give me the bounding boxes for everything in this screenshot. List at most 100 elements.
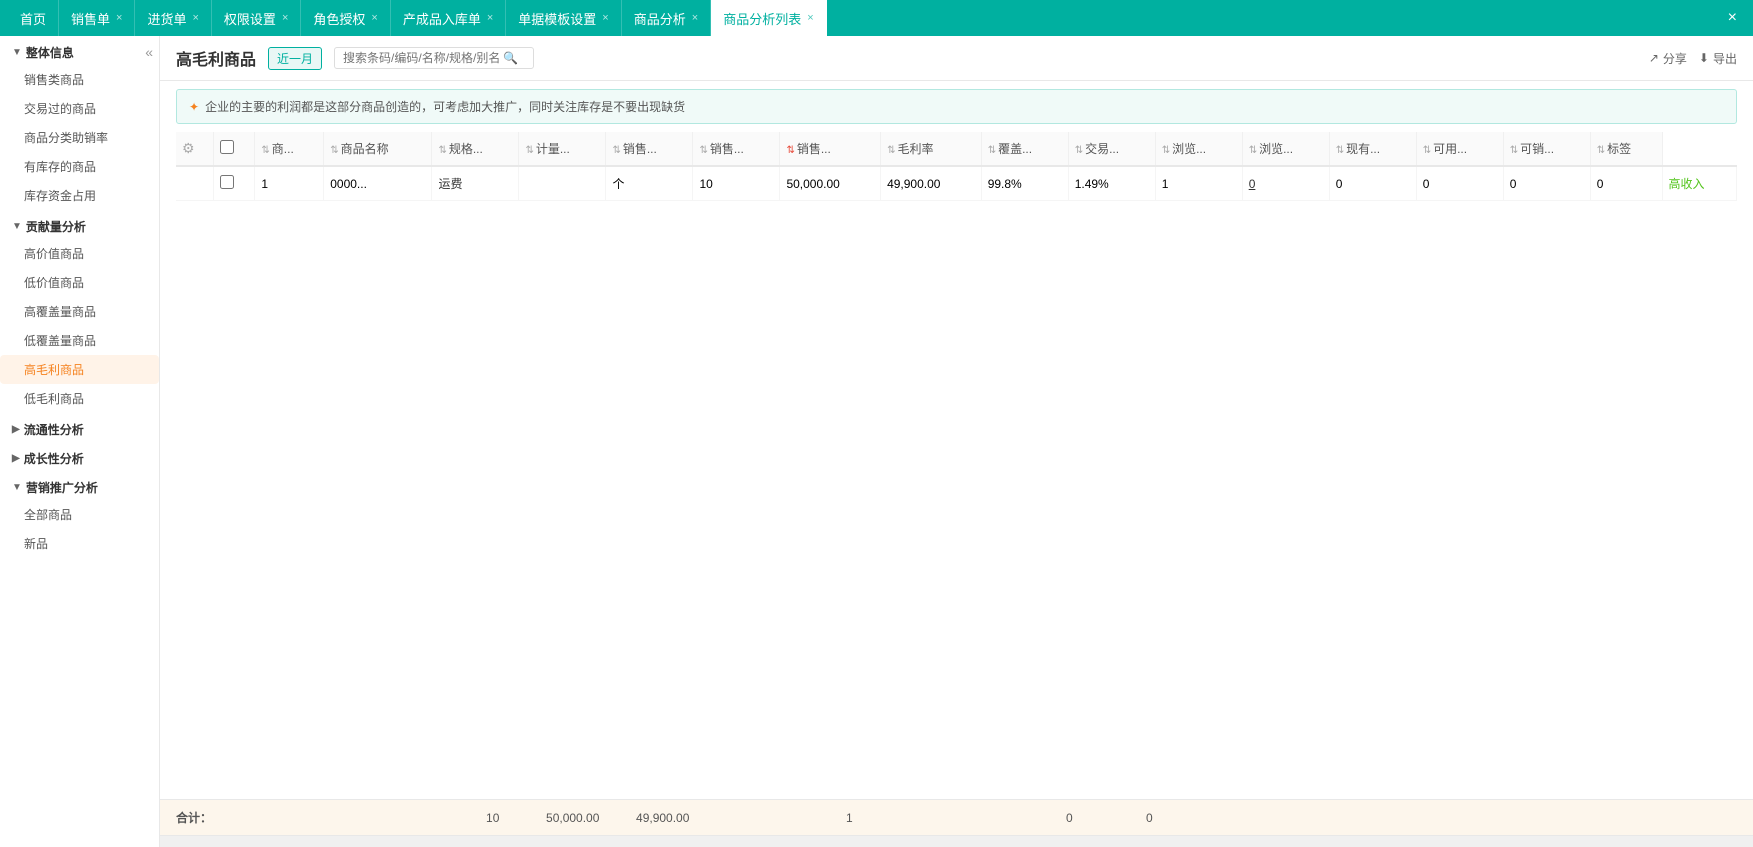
sidebar-item-sales-goods[interactable]: 销售类商品 xyxy=(0,65,159,94)
share-icon: ↗ xyxy=(1649,51,1659,65)
col-coverage[interactable]: ⇅覆盖... xyxy=(981,132,1068,166)
total-label: 合计： xyxy=(176,809,212,826)
sidebar: « ▼ 整体信息 销售类商品 交易过的商品 商品分类助销率 有库存的商品 库存资… xyxy=(0,36,160,847)
cell-available: 0 xyxy=(1503,166,1590,201)
tab-product-inbound[interactable]: 产成品入库单 × xyxy=(391,0,506,36)
search-input[interactable] xyxy=(343,51,503,65)
col-available[interactable]: ⇅可用... xyxy=(1416,132,1503,166)
cell-index: 1 xyxy=(255,166,324,201)
tab-permission[interactable]: 权限设置 × xyxy=(212,0,301,36)
total-available: 0 xyxy=(1140,811,1220,825)
sidebar-item-low-value[interactable]: 低价值商品 xyxy=(0,268,159,297)
sidebar-item-stock-capital[interactable]: 库存资金占用 xyxy=(0,181,159,210)
close-tab-product-analysis[interactable]: × xyxy=(692,12,698,24)
page-title: 高毛利商品 xyxy=(176,46,256,70)
sidebar-item-low-coverage[interactable]: 低覆盖量商品 xyxy=(0,326,159,355)
sidebar-item-high-margin[interactable]: 高毛利商品 xyxy=(0,355,159,384)
cell-gross-margin: 99.8% xyxy=(981,166,1068,201)
col-spec[interactable]: ⇅规格... xyxy=(432,132,519,166)
col-sale-qty[interactable]: ⇅销售... xyxy=(606,132,693,166)
arrow-down-icon: ▼ xyxy=(12,47,22,58)
total-values: 10 50,000.00 49,900.00 1 0 0 xyxy=(220,811,1737,825)
cell-sale-qty: 10 xyxy=(693,166,780,201)
data-table: ⚙ ⇅商... ⇅商品名称 ⇅规格... ⇅计量... ⇅销售... ⇅销售..… xyxy=(176,132,1737,201)
tab-product-analysis-list[interactable]: 商品分析列表 × xyxy=(711,0,826,36)
col-name[interactable]: ⇅商品名称 xyxy=(324,132,432,166)
search-box: 🔍 xyxy=(334,47,534,69)
col-tag[interactable]: ⇅标签 xyxy=(1590,132,1662,166)
sidebar-item-category-rate[interactable]: 商品分类助销率 xyxy=(0,123,159,152)
sidebar-item-all-goods[interactable]: 全部商品 xyxy=(0,500,159,529)
sidebar-group-liquidity[interactable]: ▶ 流通性分析 xyxy=(0,413,159,442)
col-checkbox[interactable] xyxy=(214,132,255,166)
close-tab-role-auth[interactable]: × xyxy=(371,12,377,24)
sidebar-item-in-stock[interactable]: 有库存的商品 xyxy=(0,152,159,181)
cell-name[interactable]: 运费 xyxy=(432,166,519,201)
sidebar-item-new-goods[interactable]: 新品 xyxy=(0,529,159,558)
sidebar-group-growth[interactable]: ▶ 成长性分析 xyxy=(0,442,159,471)
info-banner: ✦ 企业的主要的利润都是这部分商品创造的，可考虑加大推广，同时关注库存是不要出现… xyxy=(176,89,1737,124)
col-current-stock[interactable]: ⇅现有... xyxy=(1329,132,1416,166)
col-browse1[interactable]: ⇅浏览... xyxy=(1155,132,1242,166)
cell-code: 0000... xyxy=(324,166,432,201)
share-button[interactable]: ↗ 分享 xyxy=(1649,50,1687,67)
col-code[interactable]: ⇅商... xyxy=(255,132,324,166)
export-icon: ⬇ xyxy=(1699,51,1709,65)
arrow-down-icon-3: ▼ xyxy=(12,482,22,493)
select-all-checkbox[interactable] xyxy=(220,140,234,154)
close-tab-purchase-order[interactable]: × xyxy=(192,12,198,24)
cell-unit: 个 xyxy=(606,166,693,201)
col-sale-cost[interactable]: ⇅销售... xyxy=(780,132,881,166)
col-settings[interactable]: ⚙ xyxy=(176,132,214,166)
search-icon[interactable]: 🔍 xyxy=(503,51,518,65)
arrow-right-icon: ▶ xyxy=(12,424,20,435)
sidebar-collapse-button[interactable]: « xyxy=(145,44,153,60)
cell-current-stock: 0 xyxy=(1416,166,1503,201)
sidebar-group-general[interactable]: ▼ 整体信息 xyxy=(0,36,159,65)
horizontal-scrollbar[interactable] xyxy=(160,835,1753,847)
close-tab-template-settings[interactable]: × xyxy=(602,12,608,24)
cell-transaction: 1 xyxy=(1155,166,1242,201)
table-container[interactable]: ⚙ ⇅商... ⇅商品名称 ⇅规格... ⇅计量... ⇅销售... ⇅销售..… xyxy=(160,132,1753,799)
sidebar-item-high-value[interactable]: 高价值商品 xyxy=(0,239,159,268)
total-sale-amount: 50,000.00 xyxy=(540,811,630,825)
content-area: 高毛利商品 近一月 🔍 ↗ 分享 ⬇ 导出 ✦ 企业的主要的利润都是这部分商品创… xyxy=(160,36,1753,847)
col-transaction[interactable]: ⇅交易... xyxy=(1068,132,1155,166)
row-checkbox[interactable] xyxy=(220,175,234,189)
sidebar-item-low-margin[interactable]: 低毛利商品 xyxy=(0,384,159,413)
cell-tag: 高收入 xyxy=(1662,166,1736,201)
total-current-stock: 0 xyxy=(1060,811,1140,825)
col-gross-margin[interactable]: ⇅毛利率 xyxy=(881,132,982,166)
tab-purchase-order[interactable]: 进货单 × xyxy=(135,0,211,36)
col-browse2[interactable]: ⇅浏览... xyxy=(1242,132,1329,166)
export-button[interactable]: ⬇ 导出 xyxy=(1699,50,1737,67)
global-close-button[interactable]: × xyxy=(1720,9,1745,27)
close-tab-product-inbound[interactable]: × xyxy=(487,12,493,24)
cell-spec xyxy=(519,166,606,201)
col-sale-amount[interactable]: ⇅销售... xyxy=(693,132,780,166)
cell-checkbox[interactable] xyxy=(214,166,255,201)
cell-coverage: 1.49% xyxy=(1068,166,1155,201)
arrow-right-icon-2: ▶ xyxy=(12,453,20,464)
close-tab-permission[interactable]: × xyxy=(282,12,288,24)
col-saleable[interactable]: ⇅可销... xyxy=(1503,132,1590,166)
arrow-down-icon-2: ▼ xyxy=(12,221,22,232)
tab-sales-order[interactable]: 销售单 × xyxy=(59,0,135,36)
tab-role-auth[interactable]: 角色授权 × xyxy=(301,0,390,36)
sidebar-item-traded-goods[interactable]: 交易过的商品 xyxy=(0,94,159,123)
cell-browse1[interactable]: 0 xyxy=(1242,166,1329,201)
tab-home[interactable]: 首页 xyxy=(8,0,59,36)
sidebar-group-marketing[interactable]: ▼ 营销推广分析 xyxy=(0,471,159,500)
cell-sale-cost: 49,900.00 xyxy=(881,166,982,201)
footer-total-row: 合计： 10 50,000.00 49,900.00 1 0 0 xyxy=(160,799,1753,835)
sidebar-item-high-coverage[interactable]: 高覆盖量商品 xyxy=(0,297,159,326)
top-tab-bar: 首页 销售单 × 进货单 × 权限设置 × 角色授权 × 产成品入库单 × 单据… xyxy=(0,0,1753,36)
close-tab-product-analysis-list[interactable]: × xyxy=(807,12,813,24)
close-tab-sales-order[interactable]: × xyxy=(116,12,122,24)
col-unit[interactable]: ⇅计量... xyxy=(519,132,606,166)
tab-product-analysis[interactable]: 商品分析 × xyxy=(622,0,711,36)
sidebar-group-contribution[interactable]: ▼ 贡献量分析 xyxy=(0,210,159,239)
cell-browse2: 0 xyxy=(1329,166,1416,201)
time-filter-button[interactable]: 近一月 xyxy=(268,47,322,70)
tab-template-settings[interactable]: 单据模板设置 × xyxy=(506,0,621,36)
